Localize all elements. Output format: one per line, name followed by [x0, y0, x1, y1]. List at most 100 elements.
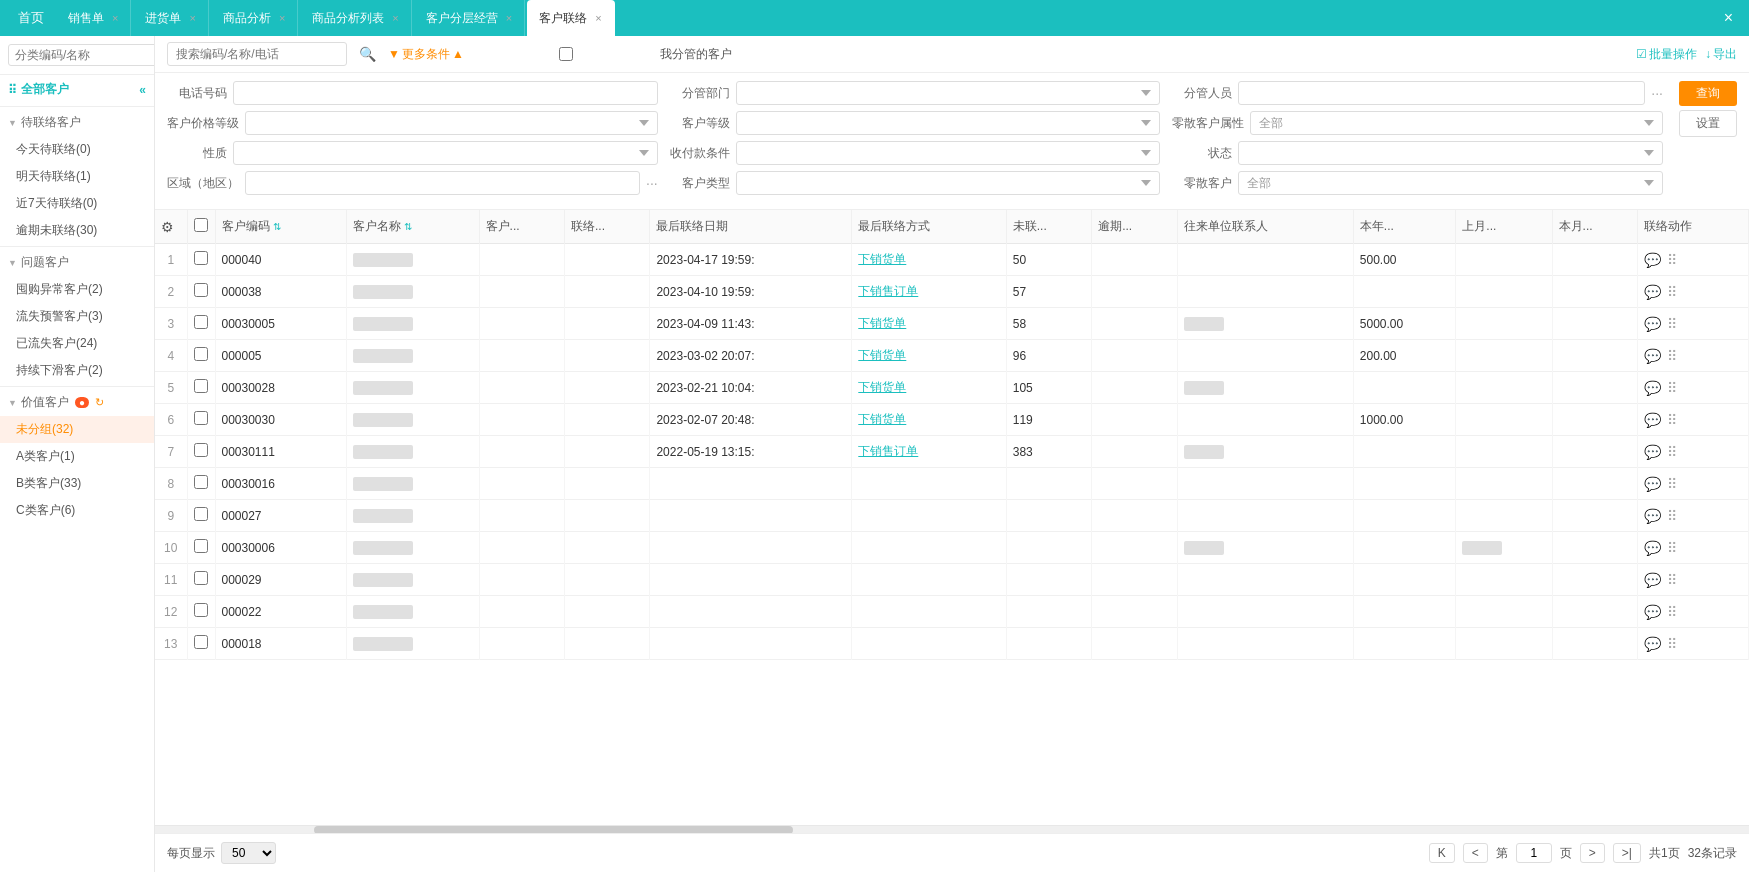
filter-retail-attr-select[interactable]: 全部: [1250, 111, 1663, 135]
pending-section-header[interactable]: ▼ 待联络客户: [0, 109, 154, 136]
query-button[interactable]: 查询: [1679, 81, 1737, 106]
last-method-link[interactable]: 下销货单: [858, 252, 906, 266]
my-customers-check[interactable]: [476, 47, 656, 61]
row-select-checkbox[interactable]: [194, 379, 208, 393]
message-icon[interactable]: 💬: [1644, 604, 1661, 620]
message-icon[interactable]: 💬: [1644, 412, 1661, 428]
problem-section-header[interactable]: ▼ 问题客户: [0, 249, 154, 276]
search-icon[interactable]: 🔍: [359, 46, 376, 62]
more-actions-icon[interactable]: ⠿: [1667, 284, 1677, 300]
page-number-input[interactable]: [1516, 843, 1552, 863]
sidebar-item-group-a[interactable]: A类客户(1): [0, 443, 154, 470]
nav-tab-product-list[interactable]: 商品分析列表 ×: [300, 0, 411, 36]
more-actions-icon[interactable]: ⠿: [1667, 636, 1677, 652]
code-sort-icon[interactable]: ⇅: [273, 221, 281, 232]
more-actions-icon[interactable]: ⠿: [1667, 380, 1677, 396]
message-icon[interactable]: 💬: [1644, 636, 1661, 652]
message-icon[interactable]: 💬: [1644, 348, 1661, 364]
filter-payment-select[interactable]: [736, 141, 1161, 165]
nav-home[interactable]: 首页: [8, 0, 54, 36]
filter-price-level-select[interactable]: [245, 111, 658, 135]
nav-tab-customer-contact[interactable]: 客户联络 ×: [527, 0, 614, 36]
message-icon[interactable]: 💬: [1644, 444, 1661, 460]
filter-customer-type-select[interactable]: [736, 171, 1161, 195]
sidebar-item-7days[interactable]: 近7天待联络(0): [0, 190, 154, 217]
more-conditions-btn[interactable]: ▼ 更多条件 ▲: [388, 46, 464, 63]
row-select-checkbox[interactable]: [194, 571, 208, 585]
sidebar-item-overdue[interactable]: 逾期未联络(30): [0, 217, 154, 244]
nav-tab-sales[interactable]: 销售单 ×: [56, 0, 131, 36]
row-select-checkbox[interactable]: [194, 539, 208, 553]
last-method-link[interactable]: 下销售订单: [858, 284, 918, 298]
row-select-checkbox[interactable]: [194, 315, 208, 329]
prev-page-btn[interactable]: <: [1463, 843, 1488, 863]
row-select-checkbox[interactable]: [194, 283, 208, 297]
more-actions-icon[interactable]: ⠿: [1667, 604, 1677, 620]
more-actions-icon[interactable]: ⠿: [1667, 476, 1677, 492]
sidebar-item-group-b[interactable]: B类客户(33): [0, 470, 154, 497]
filter-region-input[interactable]: [245, 171, 640, 195]
filter-customer-level-select[interactable]: [736, 111, 1161, 135]
more-actions-icon[interactable]: ⠿: [1667, 572, 1677, 588]
select-all-checkbox[interactable]: [194, 218, 208, 232]
sidebar-item-churn-warning[interactable]: 流失预警客户(3): [0, 303, 154, 330]
search-input[interactable]: [167, 42, 347, 66]
window-close-button[interactable]: ×: [1716, 9, 1741, 27]
filter-manager-input[interactable]: [1238, 81, 1645, 105]
nav-tab-purchase[interactable]: 进货单 ×: [133, 0, 208, 36]
more-actions-icon[interactable]: ⠿: [1667, 540, 1677, 556]
name-sort-icon[interactable]: ⇅: [404, 221, 412, 232]
sidebar-item-ungrouped[interactable]: 未分组(32): [0, 416, 154, 443]
filter-phone-input[interactable]: [233, 81, 658, 105]
row-select-checkbox[interactable]: [194, 603, 208, 617]
sidebar-item-abnormal[interactable]: 囤购异常客户(2): [0, 276, 154, 303]
close-sales-tab[interactable]: ×: [112, 0, 118, 36]
close-customer-contact-tab[interactable]: ×: [595, 0, 601, 36]
filter-nature-select[interactable]: [233, 141, 658, 165]
nav-tab-product-analysis[interactable]: 商品分析 ×: [211, 0, 298, 36]
more-actions-icon[interactable]: ⠿: [1667, 348, 1677, 364]
last-method-link[interactable]: 下销货单: [858, 380, 906, 394]
message-icon[interactable]: 💬: [1644, 572, 1661, 588]
last-method-link[interactable]: 下销货单: [858, 348, 906, 362]
close-customer-tier-tab[interactable]: ×: [506, 0, 512, 36]
last-method-link[interactable]: 下销货单: [858, 412, 906, 426]
filter-status-select[interactable]: [1238, 141, 1663, 165]
more-actions-icon[interactable]: ⠿: [1667, 316, 1677, 332]
category-search-input[interactable]: [8, 44, 155, 66]
export-btn[interactable]: ↓ 导出: [1705, 46, 1737, 63]
row-select-checkbox[interactable]: [194, 507, 208, 521]
row-select-checkbox[interactable]: [194, 475, 208, 489]
more-actions-icon[interactable]: ⠿: [1667, 412, 1677, 428]
more-actions-icon[interactable]: ⠿: [1667, 508, 1677, 524]
horizontal-scrollbar[interactable]: [155, 825, 1749, 833]
message-icon[interactable]: 💬: [1644, 476, 1661, 492]
sidebar-item-declining[interactable]: 持续下滑客户(2): [0, 357, 154, 384]
credit-section-header[interactable]: ▼ 价值客户 ● ↻: [0, 389, 154, 416]
last-method-link[interactable]: 下销货单: [858, 316, 906, 330]
collapse-sidebar-icon[interactable]: «: [139, 83, 146, 97]
page-size-select[interactable]: 20 50 100: [221, 842, 276, 864]
all-customers-item[interactable]: ⠿ 全部客户 «: [0, 75, 154, 104]
manager-more-btn[interactable]: ···: [1651, 85, 1663, 101]
last-page-btn[interactable]: >|: [1613, 843, 1641, 863]
close-product-analysis-tab[interactable]: ×: [279, 0, 285, 36]
column-settings-icon[interactable]: ⚙: [161, 219, 174, 235]
sidebar-item-group-c[interactable]: C类客户(6): [0, 497, 154, 524]
batch-op-btn[interactable]: ☑ 批量操作: [1636, 46, 1697, 63]
sidebar-item-today[interactable]: 今天待联络(0): [0, 136, 154, 163]
message-icon[interactable]: 💬: [1644, 508, 1661, 524]
row-select-checkbox[interactable]: [194, 251, 208, 265]
next-page-btn[interactable]: >: [1580, 843, 1605, 863]
credit-refresh-icon[interactable]: ↻: [95, 396, 104, 409]
message-icon[interactable]: 💬: [1644, 284, 1661, 300]
message-icon[interactable]: 💬: [1644, 540, 1661, 556]
close-product-list-tab[interactable]: ×: [392, 0, 398, 36]
filter-dept-select[interactable]: [736, 81, 1161, 105]
sidebar-item-churned[interactable]: 已流失客户(24): [0, 330, 154, 357]
my-customers-checkbox[interactable]: 我分管的客户: [476, 46, 732, 63]
first-page-btn[interactable]: K: [1429, 843, 1455, 863]
message-icon[interactable]: 💬: [1644, 252, 1661, 268]
row-select-checkbox[interactable]: [194, 635, 208, 649]
more-actions-icon[interactable]: ⠿: [1667, 252, 1677, 268]
